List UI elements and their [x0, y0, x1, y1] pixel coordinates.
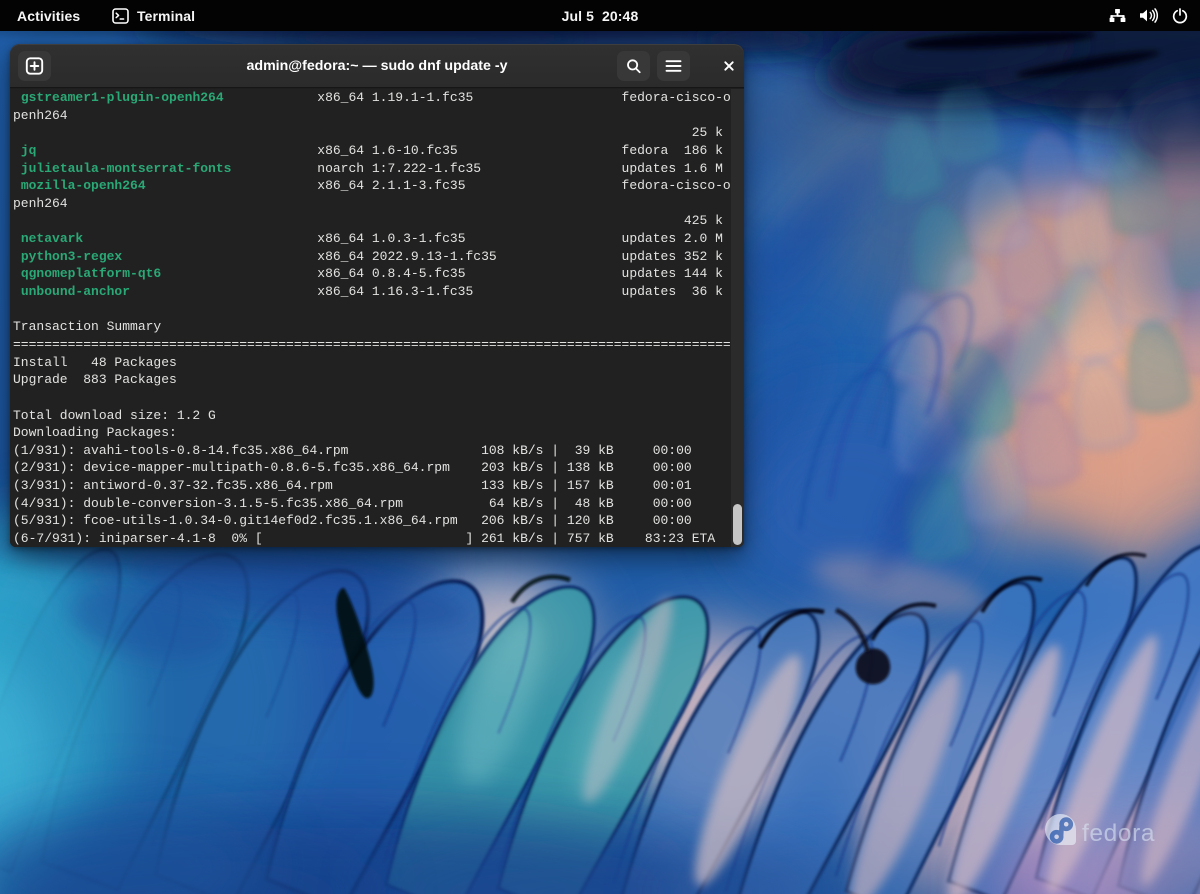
svg-text:fedora: fedora: [1082, 820, 1155, 847]
